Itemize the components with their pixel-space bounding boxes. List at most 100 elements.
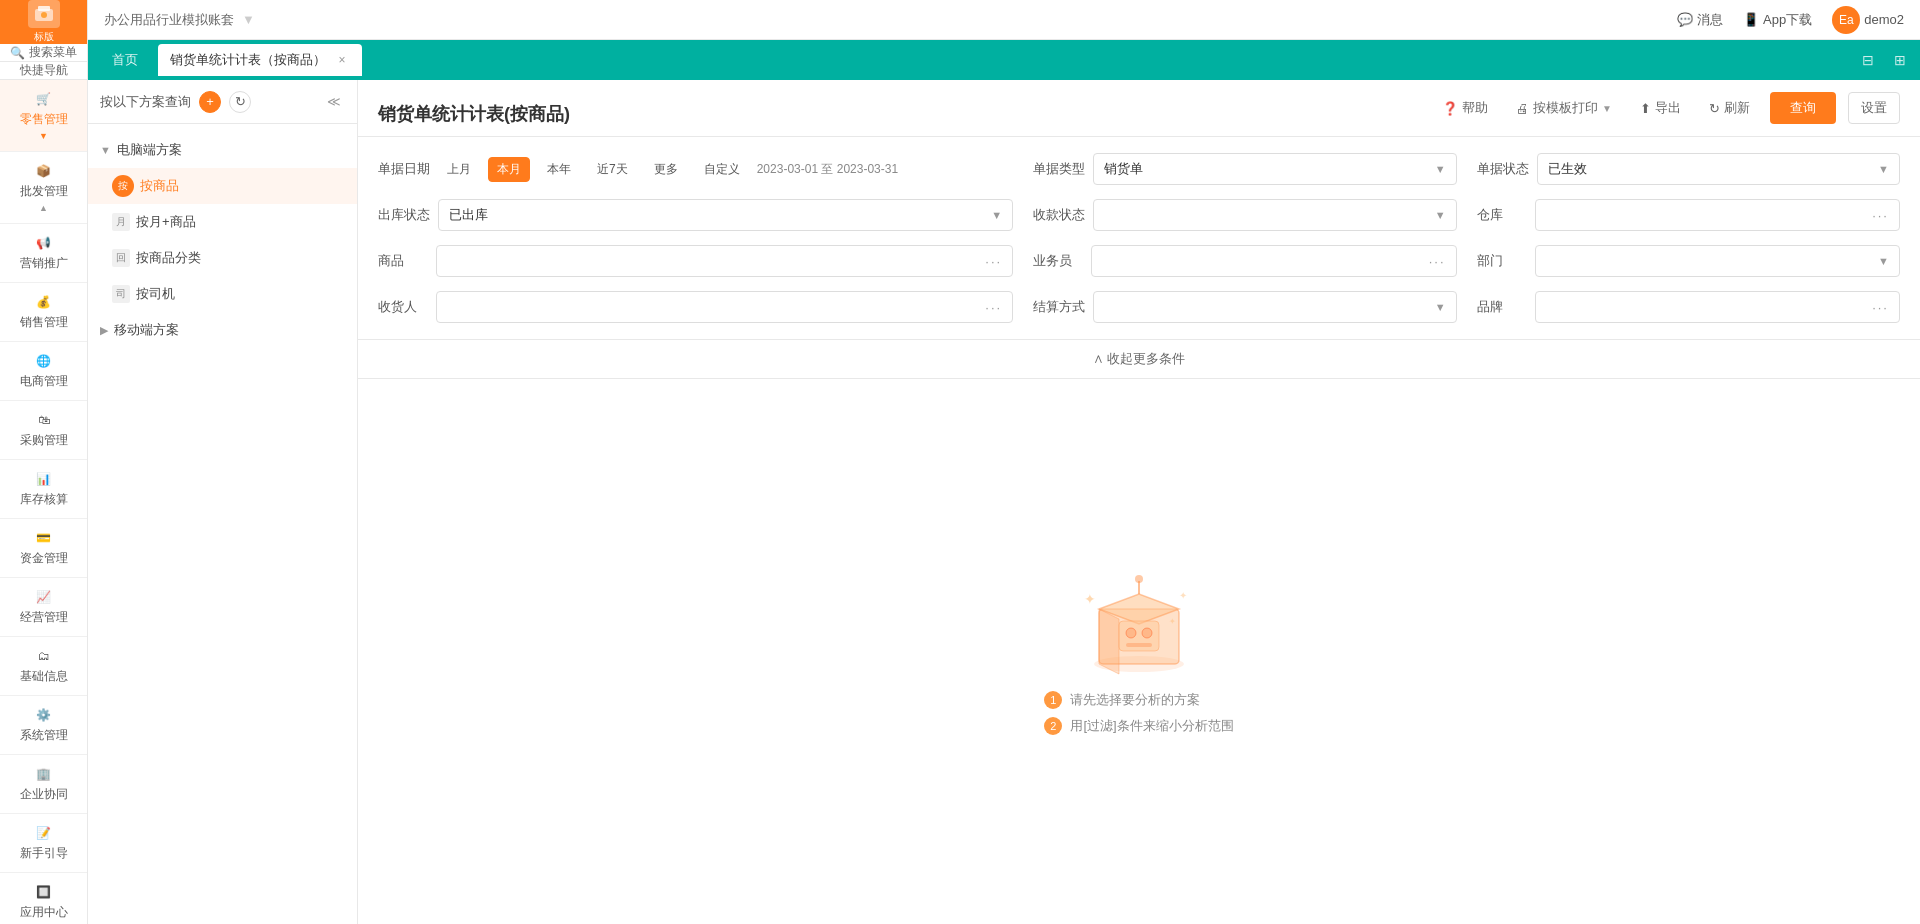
- header-breadcrumb: 办公用品行业模拟账套 ▼: [104, 11, 255, 29]
- doc-status-select[interactable]: 已生效 ▼: [1537, 153, 1900, 185]
- collapse-panel-btn[interactable]: ≪: [323, 91, 345, 113]
- tab-minimize-btn[interactable]: ⊟: [1856, 48, 1880, 72]
- settlement-select[interactable]: ▼: [1093, 291, 1456, 323]
- system-label: 系统管理: [20, 727, 68, 744]
- logo-icon: [28, 0, 60, 28]
- sidebar-item-sales[interactable]: 💰 销售管理: [0, 283, 88, 342]
- tree-section-pc[interactable]: ▼ 电脑端方案: [88, 132, 357, 168]
- sidebar-item-purchase[interactable]: 🛍 采购管理: [0, 401, 88, 460]
- tab-sales-stats[interactable]: 销货单统计计表（按商品） ×: [158, 44, 362, 76]
- operations-label: 经营管理: [20, 609, 68, 626]
- tab-home[interactable]: 首页: [96, 44, 154, 76]
- operations-icon: 📈: [34, 588, 54, 606]
- sidebar-item-wholesale[interactable]: 📦 批发管理 ▲: [0, 152, 88, 224]
- quick-nav-item[interactable]: 快捷导航: [0, 62, 88, 80]
- finance-label: 资金管理: [20, 550, 68, 567]
- template-print-btn[interactable]: 🖨 按模板打印 ▼: [1508, 95, 1620, 121]
- doc-type-chevron: ▼: [1435, 163, 1446, 175]
- tab-expand-btn[interactable]: ⊞: [1888, 48, 1912, 72]
- recipient-label: 收货人: [378, 298, 428, 316]
- goods-select[interactable]: ···: [436, 245, 1013, 277]
- collapse-conditions-btn[interactable]: ∧ 收起更多条件: [358, 340, 1920, 379]
- sidebar-item-enterprise[interactable]: 🏢 企业协同: [0, 755, 88, 814]
- sidebar-item-marketing[interactable]: 📢 营销推广: [0, 224, 88, 283]
- date-btn-more[interactable]: 更多: [645, 157, 687, 182]
- message-icon: 💬: [1677, 12, 1693, 27]
- driver-icon: 司: [112, 285, 130, 303]
- date-btn-this-month[interactable]: 本月: [488, 157, 530, 182]
- out-status-select[interactable]: 已出库 ▼: [438, 199, 1013, 231]
- tree-item-by-driver[interactable]: 司 按司机: [88, 276, 357, 312]
- tab-close-btn[interactable]: ×: [334, 52, 350, 68]
- date-btn-this-year[interactable]: 本年: [538, 157, 580, 182]
- marketing-label: 营销推广: [20, 255, 68, 272]
- sidebar-item-finance[interactable]: 💳 资金管理: [0, 519, 88, 578]
- filter-doc-status: 单据状态 已生效 ▼: [1477, 153, 1900, 185]
- dept-chevron: ▼: [1878, 255, 1889, 267]
- by-month-product-label: 按月+商品: [136, 213, 196, 231]
- add-scheme-btn[interactable]: +: [199, 91, 221, 113]
- empty-text: 1 请先选择要分析的方案 2 用[过滤]条件来缩小分析范围: [1044, 691, 1233, 735]
- sidebar-item-apps[interactable]: 🔲 应用中心: [0, 873, 88, 924]
- refresh-btn[interactable]: ↻ 刷新: [1701, 95, 1758, 121]
- refresh-scheme-btn[interactable]: ↻: [229, 91, 251, 113]
- sidebar-item-inventory[interactable]: 📊 库存核算: [0, 460, 88, 519]
- sidebar-item-ecommerce[interactable]: 🌐 电商管理: [0, 342, 88, 401]
- tree-item-by-category[interactable]: 回 按商品分类: [88, 240, 357, 276]
- export-btn[interactable]: ⬆ 导出: [1632, 95, 1689, 121]
- content-area: 按以下方案查询 + ↻ ≪ ▼ 电脑端方案 按 按商品 月: [88, 80, 1920, 924]
- apps-icon: 🔲: [34, 883, 54, 901]
- recipient-select[interactable]: ···: [436, 291, 1013, 323]
- sidebar-item-guide[interactable]: 📝 新手引导: [0, 814, 88, 873]
- app-download-btn[interactable]: 📱 App下载: [1743, 11, 1812, 29]
- filter-recipient: 收货人 ···: [378, 291, 1013, 323]
- help-btn[interactable]: ❓ 帮助: [1434, 95, 1496, 121]
- salesman-select[interactable]: ···: [1091, 245, 1456, 277]
- tree-section-mobile[interactable]: ▶ 移动端方案: [88, 312, 357, 348]
- search-menu-item[interactable]: 🔍 搜索菜单: [0, 44, 88, 62]
- salesman-label: 业务员: [1033, 252, 1083, 270]
- settings-btn[interactable]: 设置: [1848, 92, 1900, 124]
- export-icon: ⬆: [1640, 101, 1651, 116]
- filter-date: 单据日期 上月 本月 本年 近7天 更多 自定义 2023-03-01 至 20…: [378, 157, 1013, 182]
- tree-item-by-product[interactable]: 按 按商品: [88, 168, 357, 204]
- retail-label: 零售管理: [20, 111, 68, 128]
- message-btn[interactable]: 💬 消息: [1677, 11, 1723, 29]
- warehouse-select[interactable]: ···: [1535, 199, 1900, 231]
- date-btn-7days[interactable]: 近7天: [588, 157, 637, 182]
- settlement-chevron: ▼: [1435, 301, 1446, 313]
- guide-label: 新手引导: [20, 845, 68, 862]
- sidebar-item-operations[interactable]: 📈 经营管理: [0, 578, 88, 637]
- sidebar-item-basic[interactable]: 🗂 基础信息: [0, 637, 88, 696]
- tree-item-by-month-product[interactable]: 月 按月+商品: [88, 204, 357, 240]
- dept-select[interactable]: ▼: [1535, 245, 1900, 277]
- app-logo: 标版: [0, 0, 88, 44]
- filter-brand: 品牌 ···: [1477, 291, 1900, 323]
- help-icon: ❓: [1442, 101, 1458, 116]
- filter-salesman: 业务员 ···: [1033, 245, 1456, 277]
- doc-type-select[interactable]: 销货单 ▼: [1093, 153, 1456, 185]
- print-icon: 🖨: [1516, 101, 1529, 116]
- by-category-label: 按商品分类: [136, 249, 201, 267]
- enterprise-icon: 🏢: [34, 765, 54, 783]
- pc-expand-icon: ▼: [100, 144, 111, 156]
- receipt-status-select[interactable]: ▼: [1093, 199, 1456, 231]
- wholesale-icon: 📦: [34, 162, 54, 180]
- date-quick-select: 上月 本月 本年 近7天 更多 自定义 2023-03-01 至 2023-03…: [438, 157, 1013, 182]
- doc-type-label: 单据类型: [1033, 160, 1085, 178]
- sales-icon: 💰: [34, 293, 54, 311]
- sidebar-item-system[interactable]: ⚙️ 系统管理: [0, 696, 88, 755]
- svg-point-9: [1142, 628, 1152, 638]
- query-btn[interactable]: 查询: [1770, 92, 1836, 124]
- svg-rect-1: [38, 6, 50, 11]
- svg-text:✦: ✦: [1084, 591, 1096, 607]
- brand-select[interactable]: ···: [1535, 291, 1900, 323]
- sidebar-item-retail[interactable]: 🛒 零售管理 ▼: [0, 80, 88, 152]
- category-icon: 回: [112, 249, 130, 267]
- date-btn-last-month[interactable]: 上月: [438, 157, 480, 182]
- svg-marker-6: [1099, 609, 1119, 674]
- date-btn-custom[interactable]: 自定义: [695, 157, 749, 182]
- basic-icon: 🗂: [34, 647, 54, 665]
- refresh-label: 刷新: [1724, 99, 1750, 117]
- user-menu[interactable]: Ea demo2: [1832, 6, 1904, 34]
